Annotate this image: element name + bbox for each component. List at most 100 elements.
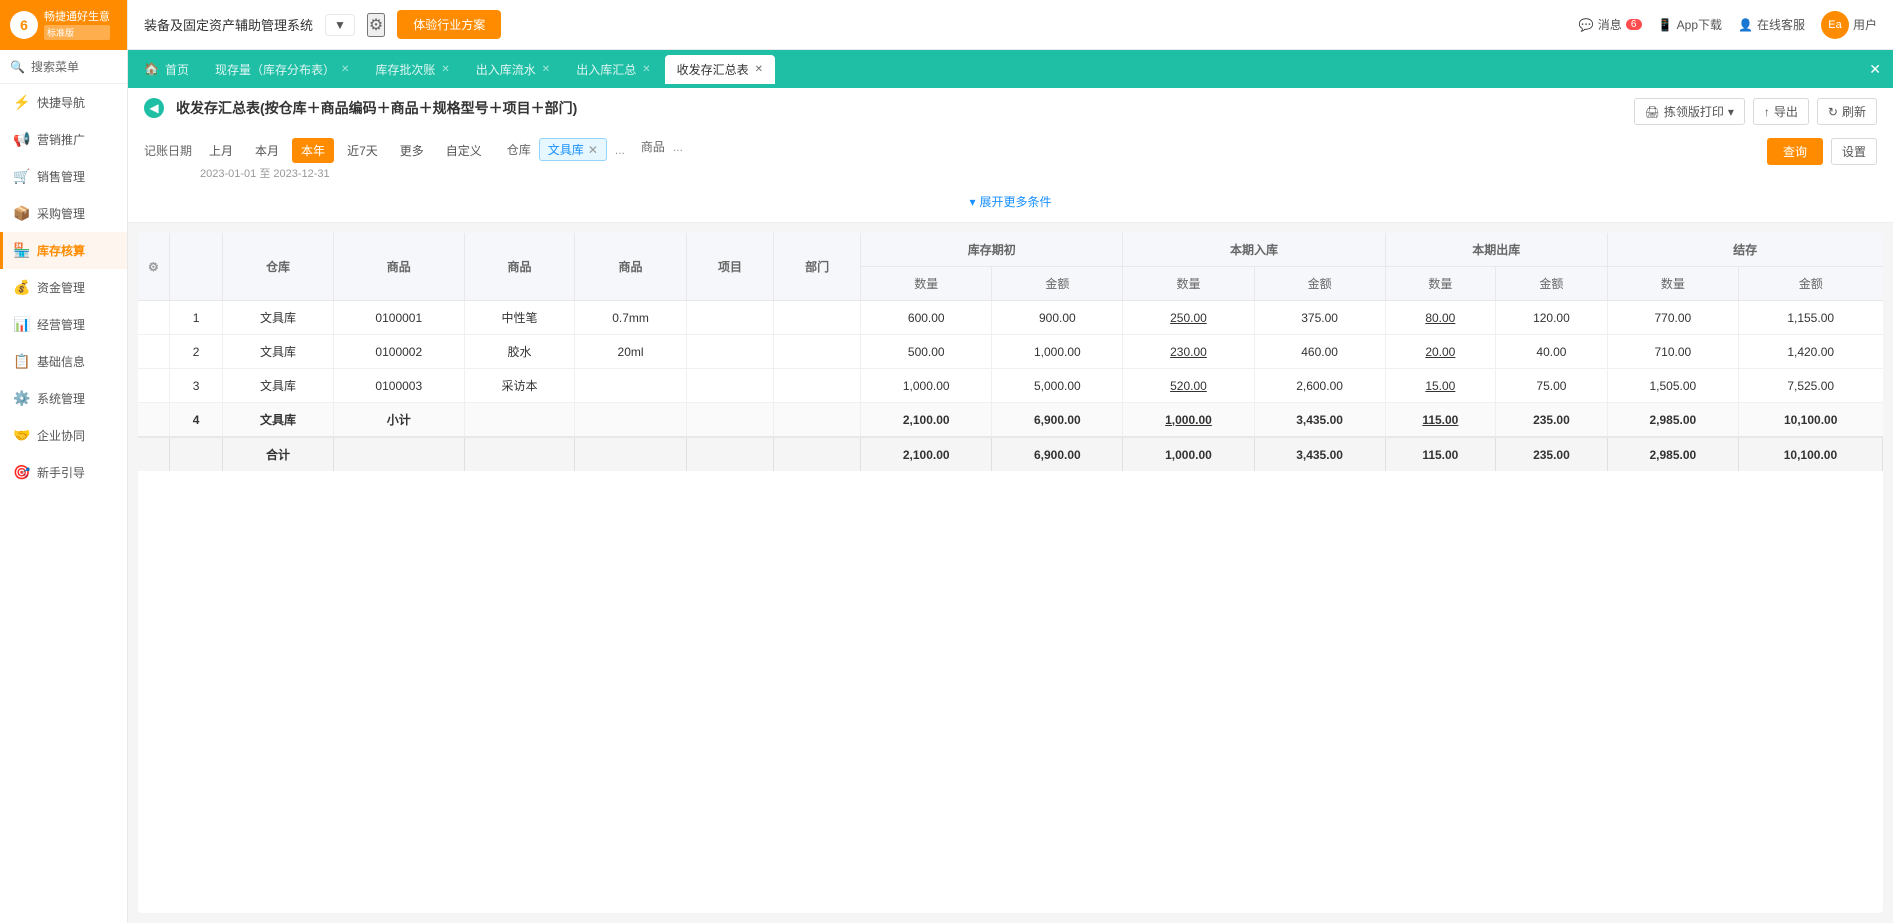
sidebar-item-label: 采购管理: [37, 205, 85, 222]
tab-summary-io[interactable]: 出入库汇总 ✕: [564, 55, 662, 84]
new-guide-icon: 🎯: [13, 464, 29, 481]
tab-receive-summary[interactable]: 收发存汇总表 ✕: [665, 55, 775, 84]
cell-total-open-qty: 2,100.00: [861, 437, 992, 471]
date-filter-section: 记账日期 上月 本月 本年 近7天 更多 自定义 2023-01-01 至 20…: [144, 138, 491, 181]
table-row: 3 文具库 0100003 采访本 1,000.00 5,000.00 520.…: [138, 369, 1883, 403]
sidebar-item-enterprise[interactable]: 🤝 企业协同: [0, 417, 127, 454]
warehouse-tag: 文具库 ✕: [539, 138, 607, 161]
app-download-button[interactable]: 📱 App下载: [1658, 16, 1722, 33]
sidebar-item-label: 系统管理: [37, 390, 85, 407]
expand-conditions-button[interactable]: ▾ 展开更多条件: [961, 189, 1059, 214]
sidebar-item-operations[interactable]: 📊 经营管理: [0, 306, 127, 343]
tab-summary-io-close[interactable]: ✕: [642, 64, 650, 75]
print-button[interactable]: 🖨 拣领版打印 ▾: [1634, 98, 1745, 125]
cell-goods-spec: [575, 369, 687, 403]
tab-flow[interactable]: 出入库流水 ✕: [464, 55, 562, 84]
export-button[interactable]: ↑ 导出: [1753, 98, 1809, 125]
tab-receive-summary-close[interactable]: ✕: [755, 64, 763, 75]
cell-warehouse: 文具库: [223, 369, 333, 403]
message-button[interactable]: 💬 消息 6: [1579, 16, 1642, 33]
tabbar-close-all[interactable]: ✕: [1861, 57, 1889, 82]
cell-in-amt: 460.00: [1254, 335, 1385, 369]
online-service-button[interactable]: 👤 在线客服: [1738, 16, 1805, 33]
col-warehouse-header: 仓库: [223, 233, 333, 301]
date-btn-this-month[interactable]: 本月: [246, 138, 288, 163]
sidebar-item-label: 资金管理: [37, 279, 85, 296]
warehouse-label: 仓库: [507, 141, 531, 158]
sidebar-logo: 6 畅捷通好生意 标准版: [0, 0, 127, 50]
sidebar-item-basic-info[interactable]: 📋 基础信息: [0, 343, 127, 380]
cell-total-out-amt: 235.00: [1496, 437, 1608, 471]
cell-dept: [774, 369, 861, 403]
out-qty-link[interactable]: 80.00: [1425, 311, 1455, 325]
cell-close-amt: 1,155.00: [1738, 301, 1882, 335]
sidebar-item-new-guide[interactable]: 🎯 新手引导: [0, 454, 127, 491]
out-qty-link[interactable]: 20.00: [1425, 345, 1455, 359]
sidebar-item-finance[interactable]: 💰 资金管理: [0, 269, 127, 306]
cell-close-qty: 770.00: [1607, 301, 1738, 335]
tab-home-label: 首页: [165, 61, 189, 78]
filter-toggle-button[interactable]: ◀: [144, 98, 164, 118]
display-settings-button[interactable]: 设置: [1831, 138, 1877, 165]
export-label: 导出: [1774, 103, 1798, 120]
cell-subtotal-in-amt: 3,435.00: [1254, 403, 1385, 438]
col-goods-spec-header: 商品: [575, 233, 687, 301]
sidebar-item-label: 销售管理: [37, 168, 85, 185]
cell-total-label: 合计: [223, 437, 333, 471]
system-name: 装备及固定资产辅助管理系统: [144, 15, 313, 34]
system-selector[interactable]: ▼: [325, 14, 355, 36]
cell-goods-spec: 0.7mm: [575, 301, 687, 335]
cell-out-amt: 120.00: [1496, 301, 1608, 335]
column-settings-icon[interactable]: ⚙: [148, 260, 159, 274]
in-qty-link[interactable]: 250.00: [1170, 311, 1207, 325]
settings-button[interactable]: ⚙: [367, 13, 385, 37]
tab-stock-dist[interactable]: 现存量（库存分布表） ✕: [203, 55, 361, 84]
out-qty-link[interactable]: 15.00: [1425, 379, 1455, 393]
table-header-group: ⚙ 仓库 商品 商品 商品 项目 部门 库存期初 本期入库 本期出库 结存: [138, 233, 1883, 267]
warehouse-tag-close[interactable]: ✕: [588, 143, 598, 157]
goods-more[interactable]: ...: [673, 140, 683, 154]
date-btn-last-month[interactable]: 上月: [200, 138, 242, 163]
filter-row-1: ◀ 收发存汇总表(按仓库＋商品编码＋商品＋规格型号＋项目＋部门) 🖨 拣领版打印…: [128, 88, 1893, 132]
tab-home[interactable]: 🏠 首页: [132, 55, 201, 84]
subtotal-out-qty-link[interactable]: 115.00: [1422, 413, 1458, 427]
page-title: 收发存汇总表(按仓库＋商品编码＋商品＋规格型号＋项目＋部门): [176, 98, 577, 118]
try-industry-button[interactable]: 体验行业方案: [397, 10, 501, 39]
in-qty-link[interactable]: 230.00: [1170, 345, 1207, 359]
search-menu[interactable]: 🔍 搜索菜单: [0, 50, 127, 84]
sidebar-nav: ⚡ 快捷导航 📢 营销推广 🛒 销售管理 📦 采购管理 🏪 库存核算 💰 资金管…: [0, 84, 127, 923]
query-button[interactable]: 查询: [1767, 138, 1823, 165]
tab-stock-dist-close[interactable]: ✕: [341, 64, 349, 75]
inventory-icon: 🏪: [13, 242, 29, 259]
sidebar-item-sales[interactable]: 🛒 销售管理: [0, 158, 127, 195]
subtotal-in-qty-link[interactable]: 1,000.00: [1165, 413, 1212, 427]
cell-in-qty: 520.00: [1123, 369, 1254, 403]
expand-row: ▾ 展开更多条件: [128, 185, 1893, 222]
warehouse-more[interactable]: ...: [615, 143, 625, 157]
refresh-button[interactable]: ↻ 刷新: [1817, 98, 1877, 125]
date-btn-more[interactable]: 更多: [391, 138, 433, 163]
cell-goods-name: 中性笔: [464, 301, 574, 335]
data-table: ⚙ 仓库 商品 商品 商品 项目 部门 库存期初 本期入库 本期出库 结存: [138, 233, 1883, 471]
sidebar-item-marketing[interactable]: 📢 营销推广: [0, 121, 127, 158]
sidebar-item-quick-nav[interactable]: ⚡ 快捷导航: [0, 84, 127, 121]
tab-flow-close[interactable]: ✕: [542, 64, 550, 75]
sidebar-item-system[interactable]: ⚙️ 系统管理: [0, 380, 127, 417]
date-btn-custom[interactable]: 自定义: [437, 138, 491, 163]
tab-batch[interactable]: 库存批次账 ✕: [363, 55, 461, 84]
mobile-icon: 📱: [1658, 18, 1673, 32]
user-button[interactable]: Ea 用户: [1821, 11, 1877, 39]
date-btn-this-year[interactable]: 本年: [292, 138, 334, 163]
in-qty-link[interactable]: 520.00: [1170, 379, 1207, 393]
sidebar-item-purchase[interactable]: 📦 采购管理: [0, 195, 127, 232]
col-inbound-header: 本期入库: [1123, 233, 1385, 267]
date-btn-7days[interactable]: 近7天: [338, 138, 387, 163]
cell-subtotal-label: 小计: [333, 403, 464, 438]
sidebar-item-inventory[interactable]: 🏪 库存核算: [0, 232, 127, 269]
tab-batch-close[interactable]: ✕: [441, 64, 449, 75]
col-dept-header: 部门: [774, 233, 861, 301]
cell-total-close-amt: 10,100.00: [1738, 437, 1882, 471]
cell-num: 3: [169, 369, 223, 403]
top-header: 装备及固定资产辅助管理系统 ▼ ⚙ 体验行业方案 💬 消息 6 📱 App下载 …: [128, 0, 1893, 50]
app-download-label: App下载: [1677, 16, 1722, 33]
